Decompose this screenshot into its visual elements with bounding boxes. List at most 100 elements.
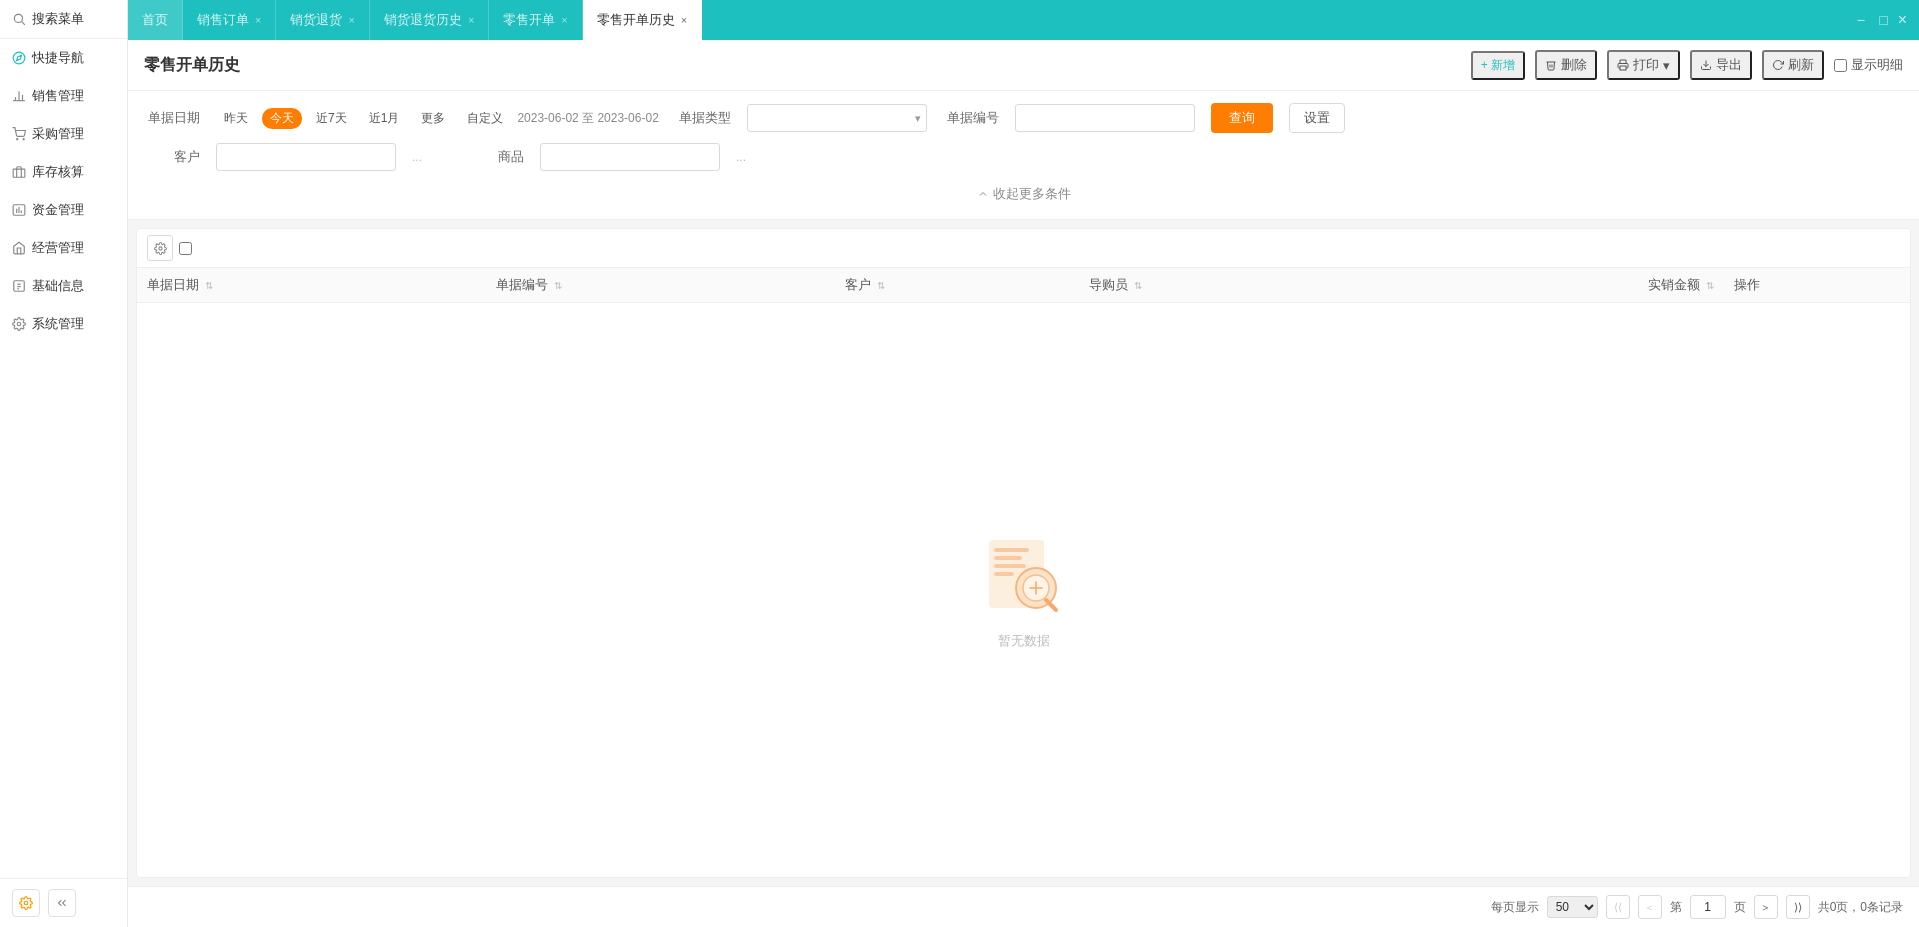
customer-label: 客户 xyxy=(144,148,200,166)
empty-icon xyxy=(974,530,1074,620)
sidebar-item-purchase-mgmt[interactable]: 采购管理 xyxy=(0,115,127,153)
page-num-input[interactable] xyxy=(1690,895,1726,919)
query-button[interactable]: 查询 xyxy=(1211,103,1273,133)
page-size-select[interactable]: 50 10 20 100 xyxy=(1547,896,1598,918)
sidebar-item-sys-mgmt[interactable]: 系统管理 xyxy=(0,305,127,343)
display-detail-input[interactable] xyxy=(1834,59,1847,72)
tab-home[interactable]: 首页 xyxy=(128,0,183,40)
pagination: 每页显示 50 10 20 100 ⟨⟨ ＜ 第 页 ＞ ⟩⟩ 共0页，0条记录 xyxy=(128,886,1919,927)
doc-num-input[interactable] xyxy=(1015,104,1195,132)
page-word: 页 xyxy=(1734,899,1746,916)
refresh-button[interactable]: 刷新 xyxy=(1762,50,1824,80)
table-settings-button[interactable] xyxy=(147,235,173,261)
page-title: 零售开单历史 xyxy=(144,55,240,76)
shopping-icon xyxy=(12,127,26,141)
doc-num-label: 单据编号 xyxy=(943,109,999,127)
svg-point-19 xyxy=(17,322,21,326)
refresh-icon xyxy=(1772,59,1784,71)
collapse-icon xyxy=(55,896,69,910)
sidebar-item-finance[interactable]: 资金管理 xyxy=(0,191,127,229)
svg-rect-21 xyxy=(1620,66,1626,70)
tab-close-retail-open[interactable]: × xyxy=(561,14,567,26)
sidebar-item-sales-mgmt[interactable]: 销售管理 xyxy=(0,77,127,115)
tab-sales-order[interactable]: 销售订单 × xyxy=(183,0,276,40)
tab-close-sales-return-history[interactable]: × xyxy=(468,14,474,26)
tab-close-retail-open-history[interactable]: × xyxy=(681,14,687,26)
page-header: 零售开单历史 + 新增 删除 打印 ▾ 导出 刷新 xyxy=(128,40,1919,91)
export-button[interactable]: 导出 xyxy=(1690,50,1752,80)
date-label: 单据日期 xyxy=(144,109,200,127)
doc-type-label: 单据类型 xyxy=(675,109,731,127)
date-range: 2023-06-02 至 2023-06-02 xyxy=(517,110,658,127)
new-button[interactable]: + 新增 xyxy=(1471,51,1525,80)
sidebar-item-label: 资金管理 xyxy=(32,201,84,219)
next-page-btn[interactable]: ＞ xyxy=(1754,895,1778,919)
sidebar-search-label: 搜索菜单 xyxy=(32,10,84,28)
sidebar-collapse-button[interactable] xyxy=(48,889,76,917)
display-detail-checkbox[interactable]: 显示明细 xyxy=(1834,56,1903,74)
minimize-btn[interactable]: － xyxy=(1853,10,1869,31)
delete-button[interactable]: 删除 xyxy=(1535,50,1597,80)
sidebar-gear-button[interactable] xyxy=(12,889,40,917)
window-controls: － □ × xyxy=(1853,10,1919,31)
date-btn-today[interactable]: 今天 xyxy=(262,108,302,129)
settings-button[interactable]: 设置 xyxy=(1289,103,1345,133)
sidebar-item-label: 系统管理 xyxy=(32,315,84,333)
tab-bar: 首页 销售订单 × 销货退货 × 销货退货历史 × 零售开单 × 零售开单历史 … xyxy=(128,0,1919,40)
svg-point-9 xyxy=(23,139,24,140)
close-btn[interactable]: × xyxy=(1898,11,1907,29)
chart-icon xyxy=(12,89,26,103)
table-gear-icon xyxy=(154,242,167,255)
svg-rect-27 xyxy=(994,564,1026,568)
tab-close-sales-order[interactable]: × xyxy=(255,14,261,26)
tab-sales-return-history[interactable]: 销货退货历史 × xyxy=(370,0,489,40)
delete-icon xyxy=(1545,59,1557,71)
last-page-btn[interactable]: ⟩⟩ xyxy=(1786,895,1810,919)
info-icon xyxy=(12,279,26,293)
customer-input[interactable] xyxy=(216,143,396,171)
date-filter: 昨天 今天 近7天 近1月 更多 自定义 2023-06-02 至 2023-0… xyxy=(216,108,659,129)
sidebar-item-label: 销售管理 xyxy=(32,87,84,105)
goods-label: 商品 xyxy=(468,148,524,166)
page-word-before: 第 xyxy=(1670,899,1682,916)
col-guide: 导购员 ⇅ xyxy=(1079,268,1375,303)
col-amount: 实销金额 ⇅ xyxy=(1375,268,1724,303)
collapse-filter-btn[interactable]: 收起更多条件 xyxy=(144,181,1903,207)
goods-input[interactable] xyxy=(540,143,720,171)
sort-icon-amount[interactable]: ⇅ xyxy=(1706,280,1714,291)
sidebar-item-quick-nav[interactable]: 快捷导航 xyxy=(0,39,127,77)
maximize-btn[interactable]: □ xyxy=(1879,12,1887,28)
sort-icon-num[interactable]: ⇅ xyxy=(554,280,562,291)
sort-icon-customer[interactable]: ⇅ xyxy=(877,280,885,291)
prev-page-btn[interactable]: ＜ xyxy=(1638,895,1662,919)
sidebar-item-label: 采购管理 xyxy=(32,125,84,143)
date-btn-custom[interactable]: 自定义 xyxy=(459,108,511,129)
sidebar-item-inventory[interactable]: 库存核算 xyxy=(0,153,127,191)
print-button[interactable]: 打印 ▾ xyxy=(1607,50,1680,80)
sort-icon-guide[interactable]: ⇅ xyxy=(1134,280,1142,291)
sidebar-item-base-info[interactable]: 基础信息 xyxy=(0,267,127,305)
select-all-checkbox[interactable] xyxy=(179,242,192,255)
toolbar: + 新增 删除 打印 ▾ 导出 刷新 xyxy=(1471,50,1903,80)
sort-icon-date[interactable]: ⇅ xyxy=(205,280,213,291)
date-btn-7days[interactable]: 近7天 xyxy=(308,108,355,129)
svg-point-8 xyxy=(17,139,18,140)
tab-sales-return[interactable]: 销货退货 × xyxy=(276,0,369,40)
page-size-label: 每页显示 xyxy=(1491,899,1539,916)
customer-more-icon[interactable]: ... xyxy=(412,150,422,164)
sidebar-item-operation[interactable]: 经营管理 xyxy=(0,229,127,267)
first-page-btn[interactable]: ⟨⟨ xyxy=(1606,895,1630,919)
tab-retail-open[interactable]: 零售开单 × xyxy=(489,0,582,40)
finance-icon xyxy=(12,203,26,217)
tab-retail-open-history[interactable]: 零售开单历史 × xyxy=(583,0,702,40)
col-date: 单据日期 ⇅ xyxy=(137,268,486,303)
date-btn-1month[interactable]: 近1月 xyxy=(361,108,408,129)
date-btn-yesterday[interactable]: 昨天 xyxy=(216,108,256,129)
tab-close-sales-return[interactable]: × xyxy=(348,14,354,26)
date-btn-more[interactable]: 更多 xyxy=(413,108,453,129)
goods-more-icon[interactable]: ... xyxy=(736,150,746,164)
col-num: 单据编号 ⇅ xyxy=(486,268,835,303)
doc-type-select[interactable] xyxy=(747,104,927,132)
filter-row-2: 客户 ... 商品 ... xyxy=(144,143,1903,171)
sidebar-search[interactable]: 搜索菜单 xyxy=(0,0,127,39)
